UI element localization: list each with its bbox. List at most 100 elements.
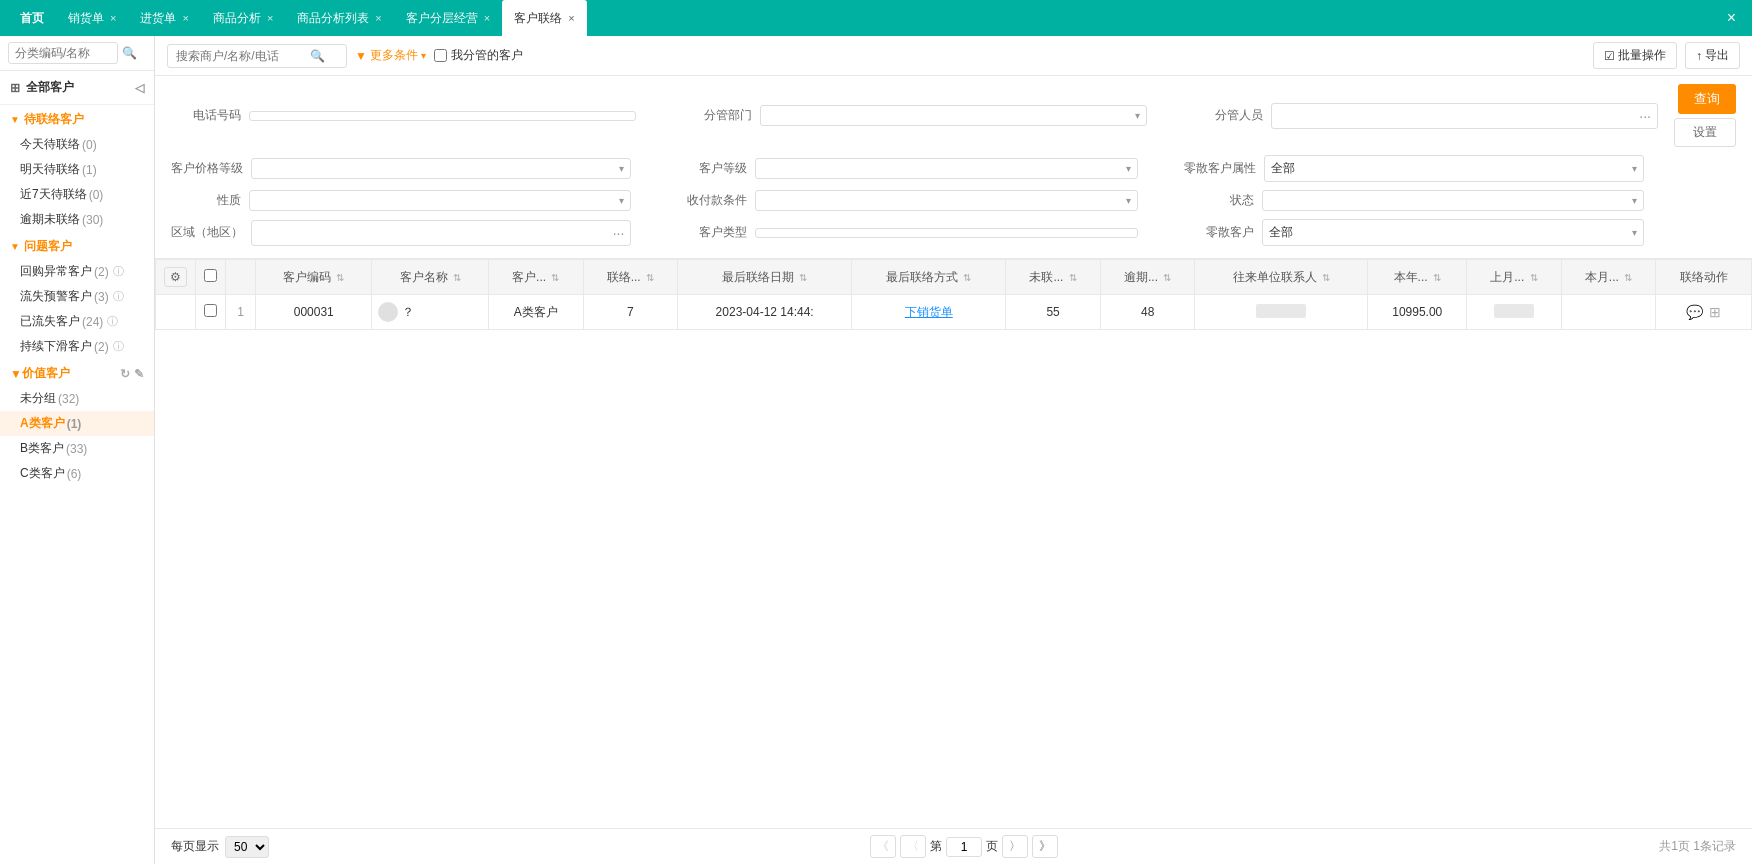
nav-tab-analysis-list[interactable]: 商品分析列表 × [285, 0, 393, 36]
retail-customer-input[interactable]: 全部 ▾ [1262, 219, 1644, 246]
query-button[interactable]: 查询 [1678, 84, 1736, 114]
sidebar-item-churn-warning[interactable]: 流失预警客户 (3) ⓘ [0, 284, 154, 309]
sidebar-item-overdue[interactable]: 逾期未联络 (30) [0, 207, 154, 232]
nav-tab-analysis[interactable]: 商品分析 × [201, 0, 285, 36]
sidebar-item-declining[interactable]: 持续下滑客户 (2) ⓘ [0, 334, 154, 359]
sidebar-item-unclassified[interactable]: 未分组 (32) [0, 386, 154, 411]
sidebar-item-tomorrow[interactable]: 明天待联络 (1) [0, 157, 154, 182]
sort-icon-overdue: ⇅ [1163, 272, 1171, 283]
col-contact-person[interactable]: 往来单位联系人 ⇅ [1195, 260, 1368, 295]
nav-tab-customer-contact[interactable]: 客户联络 × [502, 0, 586, 36]
section-title-problem: ▼ 问题客户 [0, 232, 154, 259]
col-this-year[interactable]: 本年... ⇅ [1368, 260, 1467, 295]
row-name[interactable]: ？ [372, 295, 488, 330]
export-icon: ↑ [1696, 49, 1702, 63]
row-code[interactable]: 000031 [256, 295, 372, 330]
export-button[interactable]: ↑ 导出 [1685, 42, 1740, 69]
col-last-month[interactable]: 上月... ⇅ [1467, 260, 1562, 295]
row-last-method[interactable]: 下销货单 [852, 295, 1006, 330]
field-customer-level: 客户等级 ▾ [677, 158, 1137, 179]
refresh-icon[interactable]: ↻ [120, 367, 130, 381]
my-customer-checkbox[interactable] [434, 49, 447, 62]
gear-button[interactable]: ⚙ [164, 267, 187, 287]
filter-row-1: 电话号码 分管部门 ▾ 分管人员 ··· [171, 84, 1736, 147]
col-name[interactable]: 客户名称 ⇅ [372, 260, 488, 295]
col-this-month[interactable]: 本月... ⇅ [1561, 260, 1656, 295]
row-overdue: 48 [1100, 295, 1195, 330]
close-all-tabs[interactable]: × [1719, 9, 1744, 27]
col-not-contacted[interactable]: 未联... ⇅ [1006, 260, 1101, 295]
sidebar-item-b-class[interactable]: B类客户 (33) [0, 436, 154, 461]
nav-tab-purchase[interactable]: 进货单 × [128, 0, 200, 36]
message-icon[interactable]: 💬 [1686, 304, 1703, 320]
retail-attr-input[interactable]: 全部 ▾ [1264, 155, 1644, 182]
close-tab-analysis[interactable]: × [267, 12, 273, 24]
nature-input[interactable]: ▾ [249, 190, 631, 211]
first-page-button[interactable]: 《 [870, 835, 896, 858]
my-customer-filter[interactable]: 我分管的客户 [434, 47, 523, 64]
close-tab-analysis-list[interactable]: × [375, 12, 381, 24]
sort-icon-contact: ⇅ [646, 272, 654, 283]
col-last-date[interactable]: 最后联络日期 ⇅ [678, 260, 852, 295]
sidebar-item-7days[interactable]: 近7天待联络 (0) [0, 182, 154, 207]
sidebar-item-repurchase[interactable]: 回购异常客户 (2) ⓘ [0, 259, 154, 284]
page-number-input[interactable] [946, 837, 982, 857]
nav-tab-sales[interactable]: 销货单 × [56, 0, 128, 36]
row-actions: 💬 ⊞ [1656, 295, 1752, 330]
sidebar-all-customers[interactable]: ⊞ 全部客户 ◁ [0, 71, 154, 105]
status-input[interactable]: ▾ [1262, 190, 1644, 211]
page-size-select[interactable]: 50 [225, 836, 269, 858]
search-icon[interactable]: 🔍 [310, 49, 325, 63]
customer-type-input[interactable] [755, 228, 1137, 238]
col-type[interactable]: 客户... ⇅ [488, 260, 583, 295]
col-last-method[interactable]: 最后联络方式 ⇅ [852, 260, 1006, 295]
sidebar-search-icon[interactable]: 🔍 [122, 46, 137, 60]
close-tab-sales[interactable]: × [110, 12, 116, 24]
sidebar-search-input[interactable] [8, 42, 118, 64]
col-overdue[interactable]: 逾期... ⇅ [1100, 260, 1195, 295]
setting-button[interactable]: 设置 [1674, 118, 1736, 147]
dept-input[interactable]: ▾ [760, 105, 1147, 126]
sidebar-item-today[interactable]: 今天待联络 (0) [0, 132, 154, 157]
payment-input[interactable]: ▾ [755, 190, 1137, 211]
row-select-checkbox[interactable] [204, 304, 217, 317]
edit-icon[interactable]: ✎ [134, 367, 144, 381]
nav-tab-customer-mgmt[interactable]: 客户分层经营 × [394, 0, 502, 36]
level-dropdown-icon: ▾ [1126, 163, 1131, 174]
sidebar-item-c-class[interactable]: C类客户 (6) [0, 461, 154, 486]
filter-more-btn[interactable]: ▼ 更多条件 ▾ [355, 47, 426, 64]
field-region: 区域（地区） ··· [171, 220, 631, 246]
prev-page-button[interactable]: 〈 [900, 835, 926, 858]
qr-icon[interactable]: ⊞ [1709, 304, 1721, 320]
select-all-checkbox[interactable] [204, 269, 217, 282]
row-gear [156, 295, 196, 330]
customer-avatar [378, 302, 398, 322]
price-level-input[interactable]: ▾ [251, 158, 631, 179]
nav-tab-home[interactable]: 首页 [8, 0, 56, 36]
batch-operation-button[interactable]: ☑ 批量操作 [1593, 42, 1677, 69]
last-page-button[interactable]: 》 [1032, 835, 1058, 858]
arrow-icon-2: ▼ [10, 241, 20, 252]
retail-attr-dropdown-icon: ▾ [1632, 163, 1637, 174]
grid-icon: ⊞ [10, 81, 20, 95]
row-not-contacted: 55 [1006, 295, 1101, 330]
col-code[interactable]: 客户编码 ⇅ [256, 260, 372, 295]
sidebar-item-churned[interactable]: 已流失客户 (24) ⓘ [0, 309, 154, 334]
collapse-sidebar-icon[interactable]: ◁ [135, 81, 144, 95]
region-input[interactable]: ··· [251, 220, 631, 246]
field-retail-attr: 零散客户属性 全部 ▾ [1184, 155, 1644, 182]
col-contact[interactable]: 联络... ⇅ [583, 260, 678, 295]
search-input[interactable] [176, 49, 306, 63]
manager-input[interactable]: ··· [1271, 103, 1658, 129]
phone-input[interactable] [249, 111, 636, 121]
filter-icon: ▼ [355, 49, 367, 63]
next-page-button[interactable]: 〉 [1002, 835, 1028, 858]
sidebar-item-a-class[interactable]: A类客户 (1) [0, 411, 154, 436]
total-info: 共1页 1条记录 [1659, 838, 1736, 855]
customer-level-input[interactable]: ▾ [755, 158, 1137, 179]
close-tab-purchase[interactable]: × [182, 12, 188, 24]
close-tab-customer-mgmt[interactable]: × [484, 12, 490, 24]
info-icon-4: ⓘ [113, 339, 124, 354]
close-tab-customer-contact[interactable]: × [568, 12, 574, 24]
retail-customer-dropdown-icon: ▾ [1632, 227, 1637, 238]
